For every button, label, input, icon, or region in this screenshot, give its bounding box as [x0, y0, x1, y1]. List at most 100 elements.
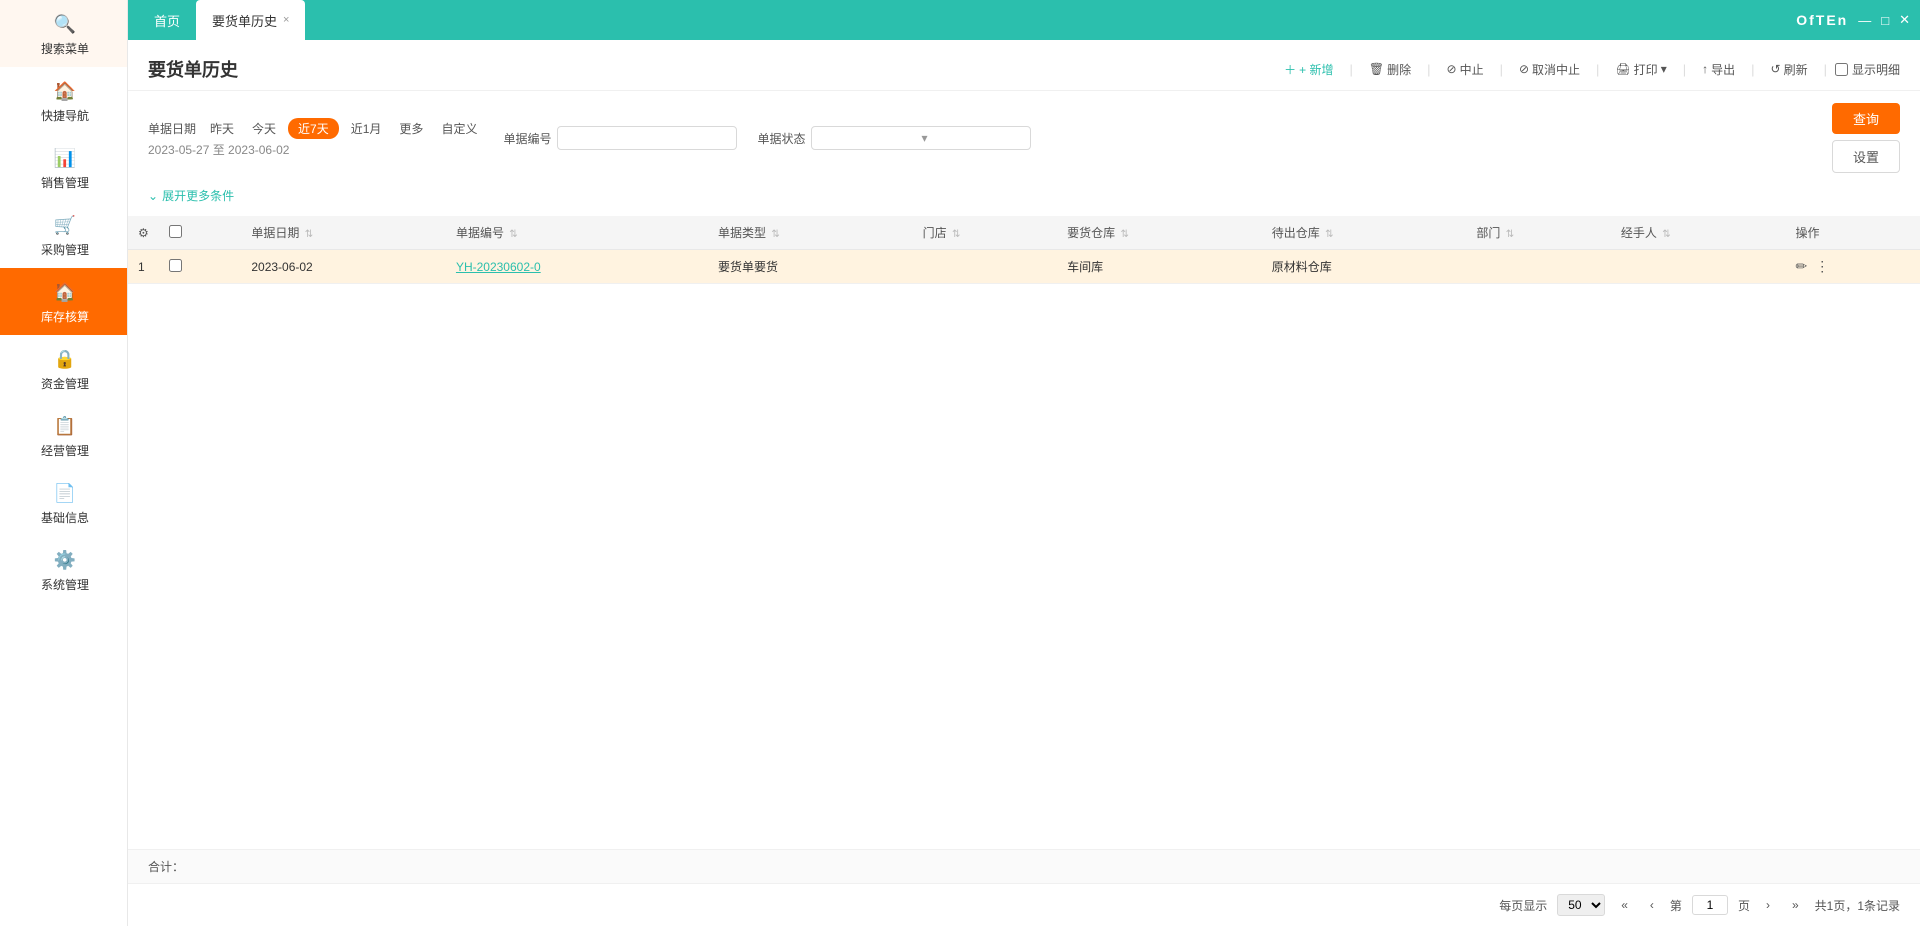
sidebar-item-search[interactable]: 🔍 搜索菜单	[0, 0, 127, 67]
print-icon: 🖨	[1615, 62, 1630, 76]
refresh-button[interactable]: ↺ 刷新	[1763, 57, 1816, 82]
basic-icon: 📄	[54, 483, 76, 504]
cancel-stop-button[interactable]: ⊘ 取消中止	[1511, 57, 1588, 82]
print-button[interactable]: 🖨 打印 ▾	[1607, 57, 1674, 82]
sidebar-item-label: 搜索菜单	[41, 40, 89, 57]
doc-number-input[interactable]	[557, 126, 737, 150]
refresh-icon: ↺	[1771, 62, 1781, 76]
table-header-row: ⚙ 单据日期 ⇅ 单据编号 ⇅ 单据类型 ⇅	[128, 216, 1920, 250]
row-date: 2023-06-02	[241, 250, 446, 284]
checkbox-col-header[interactable]	[159, 216, 242, 250]
table-row: 1 2023-06-02 YH-20230602-0 要货单要货 车间库 原材料…	[128, 250, 1920, 284]
status-label: 单据状态	[757, 130, 805, 147]
prev-page-btn[interactable]: ‹	[1644, 896, 1660, 914]
sidebar-item-finance[interactable]: 🔒 资金管理	[0, 335, 127, 402]
col-number[interactable]: 单据编号 ⇅	[446, 216, 708, 250]
inventory-icon: 🏠	[54, 282, 76, 303]
sidebar-item-basic[interactable]: 📄 基础信息	[0, 469, 127, 536]
query-button[interactable]: 查询	[1832, 103, 1900, 134]
tab-close-icon[interactable]: ×	[283, 14, 289, 26]
col-date[interactable]: 单据日期 ⇅	[241, 216, 446, 250]
col-type[interactable]: 单据类型 ⇅	[708, 216, 913, 250]
window-close-icon[interactable]: ✕	[1899, 12, 1910, 28]
setting-button[interactable]: 设置	[1832, 140, 1900, 173]
export-icon: ↑	[1702, 62, 1708, 76]
last-page-btn[interactable]: »	[1786, 896, 1805, 914]
toolbar-divider-7: |	[1824, 62, 1827, 77]
row-checkbox[interactable]	[159, 250, 242, 284]
sidebar-item-purchase[interactable]: 🛒 采购管理	[0, 201, 127, 268]
col-handler[interactable]: 经手人 ⇅	[1611, 216, 1786, 250]
date-btn-custom[interactable]: 自定义	[435, 118, 483, 139]
date-buttons: 昨天 今天 近7天 近1月 更多 自定义	[204, 118, 483, 139]
tab-home[interactable]: 首页	[138, 0, 196, 40]
cancel-stop-icon: ⊘	[1519, 62, 1529, 76]
expand-more-button[interactable]: ⌄ 展开更多条件	[148, 183, 1900, 208]
new-button[interactable]: ＋ + 新增	[1276, 57, 1341, 82]
filter-row-1: 单据日期 昨天 今天 近7天 近1月 更多 自定义 2023-05-27 至 2…	[148, 103, 1900, 173]
sidebar-item-operations[interactable]: 📋 经营管理	[0, 402, 127, 469]
page-number-input[interactable]	[1692, 895, 1728, 915]
sort-arrows-store: ⇅	[952, 229, 960, 240]
table-footer: 合计：	[128, 849, 1920, 883]
doc-number-link[interactable]: YH-20230602-0	[456, 260, 541, 274]
settings-col-header[interactable]: ⚙	[128, 216, 159, 250]
date-btn-today[interactable]: 今天	[246, 118, 282, 139]
col-warehouse[interactable]: 要货仓库 ⇅	[1057, 216, 1262, 250]
toolbar-divider-6: |	[1751, 62, 1754, 77]
per-page-select[interactable]: 50	[1557, 894, 1605, 916]
first-page-btn[interactable]: «	[1615, 896, 1634, 914]
topbar-right: OfTEn — □ ✕	[1796, 12, 1910, 28]
window-minimize-icon[interactable]: —	[1858, 13, 1871, 28]
chart-icon: 📊	[54, 148, 76, 169]
row-edit-icon[interactable]: ✏	[1795, 258, 1807, 275]
show-detail-input[interactable]	[1835, 63, 1848, 76]
row-more-icon[interactable]: ⋮	[1815, 258, 1829, 275]
pagination-bar: 每页显示 50 « ‹ 第 页 › » 共1页，1条记录	[128, 883, 1920, 926]
delete-button[interactable]: 🗑 删除	[1361, 57, 1419, 82]
doc-number-label: 单据编号	[503, 130, 551, 147]
row-warehouse: 车间库	[1057, 250, 1262, 284]
col-store[interactable]: 门店 ⇅	[913, 216, 1058, 250]
search-icon: 🔍	[54, 14, 76, 35]
toolbar-divider-3: |	[1500, 62, 1503, 77]
total-label: 合计：	[148, 860, 184, 874]
window-maximize-icon[interactable]: □	[1881, 13, 1889, 28]
select-all-checkbox[interactable]	[169, 225, 182, 238]
sort-arrows-warehouse: ⇅	[1121, 229, 1129, 240]
sidebar-item-shortcuts[interactable]: 🏠 快捷导航	[0, 67, 127, 134]
sidebar-item-inventory[interactable]: 🏠 库存核算	[0, 268, 127, 335]
topbar: 首页 要货单历史 × OfTEn — □ ✕	[128, 0, 1920, 40]
row-action-group: ✏ ⋮	[1795, 258, 1910, 275]
stop-button[interactable]: ⊘ 中止	[1439, 57, 1492, 82]
row-pending-warehouse: 原材料仓库	[1262, 250, 1467, 284]
content-area: 要货单历史 ＋ + 新增 | 🗑 删除 | ⊘ 中止 | ⊘	[128, 40, 1920, 926]
date-filter-top: 单据日期 昨天 今天 近7天 近1月 更多 自定义	[148, 118, 483, 139]
show-detail-checkbox[interactable]: 显示明细	[1835, 61, 1900, 78]
toolbar-divider-2: |	[1427, 62, 1430, 77]
plus-icon: ＋	[1284, 61, 1296, 78]
date-btn-7days[interactable]: 近7天	[288, 118, 339, 139]
date-btn-yesterday[interactable]: 昨天	[204, 118, 240, 139]
sidebar-item-label: 经营管理	[41, 442, 89, 459]
sidebar-item-label: 基础信息	[41, 509, 89, 526]
sort-arrows-date: ⇅	[305, 229, 313, 240]
row-number[interactable]: YH-20230602-0	[446, 250, 708, 284]
date-btn-more[interactable]: 更多	[393, 118, 429, 139]
row-department	[1466, 250, 1611, 284]
export-button[interactable]: ↑ 导出	[1694, 57, 1743, 82]
tab-purchase-history[interactable]: 要货单历史 ×	[196, 0, 305, 40]
row-actions: ✏ ⋮	[1785, 250, 1920, 284]
date-btn-1month[interactable]: 近1月	[345, 118, 388, 139]
sidebar-item-label: 资金管理	[41, 375, 89, 392]
expand-label: 展开更多条件	[162, 187, 234, 204]
status-select[interactable]: ▾	[811, 126, 1031, 150]
sidebar-item-label: 销售管理	[41, 174, 89, 191]
next-page-btn[interactable]: ›	[1760, 896, 1776, 914]
col-department[interactable]: 部门 ⇅	[1466, 216, 1611, 250]
sidebar-item-sales[interactable]: 📊 销售管理	[0, 134, 127, 201]
sort-arrows-type: ⇅	[771, 229, 779, 240]
col-pending-warehouse[interactable]: 待出仓库 ⇅	[1262, 216, 1467, 250]
sidebar-item-system[interactable]: ⚙️ 系统管理	[0, 536, 127, 603]
sidebar-item-label: 快捷导航	[41, 107, 89, 124]
